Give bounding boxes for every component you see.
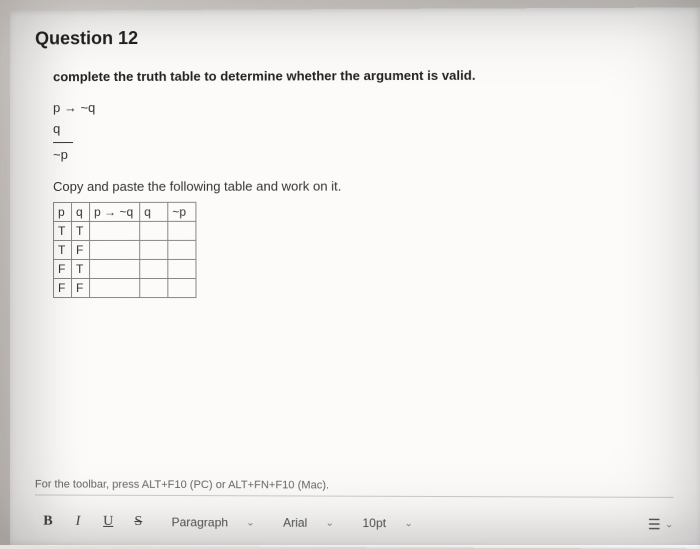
toolbar-hint: For the toolbar, press ALT+F10 (PC) or A… [35,478,673,497]
chevron-down-icon: ⌄ [325,517,334,528]
font-family-label: Arial [283,516,307,530]
argument-rule-line [53,142,73,143]
chevron-down-icon: ⌄ [246,517,254,528]
col-q2: q [140,203,168,222]
table-header-row: p q p → ~q q ~p [54,203,196,222]
font-family-select[interactable]: Arial ⌄ [275,511,342,536]
truth-table: p q p → ~q q ~p T T T F F [53,202,197,298]
argument-conclusion: ~p [53,143,672,165]
instruction-text: complete the truth table to determine wh… [53,67,671,84]
col-p: p [54,203,72,222]
list-icon: ☰ [648,516,661,533]
question-title: Question 12 [35,26,671,50]
strikethrough-button[interactable]: S [125,510,151,534]
paragraph-style-label: Paragraph [172,515,229,529]
argument-block: p → ~q q ~p [53,96,672,165]
table-row: T F [54,241,196,260]
col-notp: ~p [168,203,196,222]
chevron-down-icon: ⌄ [665,519,674,530]
paragraph-style-select[interactable]: Paragraph ⌄ [163,510,262,535]
chevron-down-icon: ⌄ [404,518,413,529]
font-size-label: 10pt [362,516,386,530]
editor-toolbar-area: For the toolbar, press ALT+F10 (PC) or A… [35,478,674,548]
table-row: T T [54,222,196,241]
bold-button[interactable]: B [35,510,61,534]
argument-premise-1: p → ~q [53,96,671,119]
argument-premise-2: q [53,117,671,139]
question-content: complete the truth table to determine wh… [35,67,672,299]
sub-instruction-text: Copy and paste the following table and w… [53,178,672,194]
question-page: Question 12 complete the truth table to … [10,7,700,548]
list-button[interactable]: ☰ ⌄ [648,516,674,533]
editor-toolbar: B I U S Paragraph ⌄ Arial ⌄ 10pt ⌄ ☰ ⌄ [35,502,674,549]
col-q: q [72,203,90,222]
table-row: F T [54,260,196,279]
font-size-select[interactable]: 10pt ⌄ [354,511,421,536]
table-row: F F [54,279,197,298]
italic-button[interactable]: I [65,510,91,534]
underline-button[interactable]: U [95,510,121,534]
col-p-implies-notq: p → ~q [90,203,140,222]
